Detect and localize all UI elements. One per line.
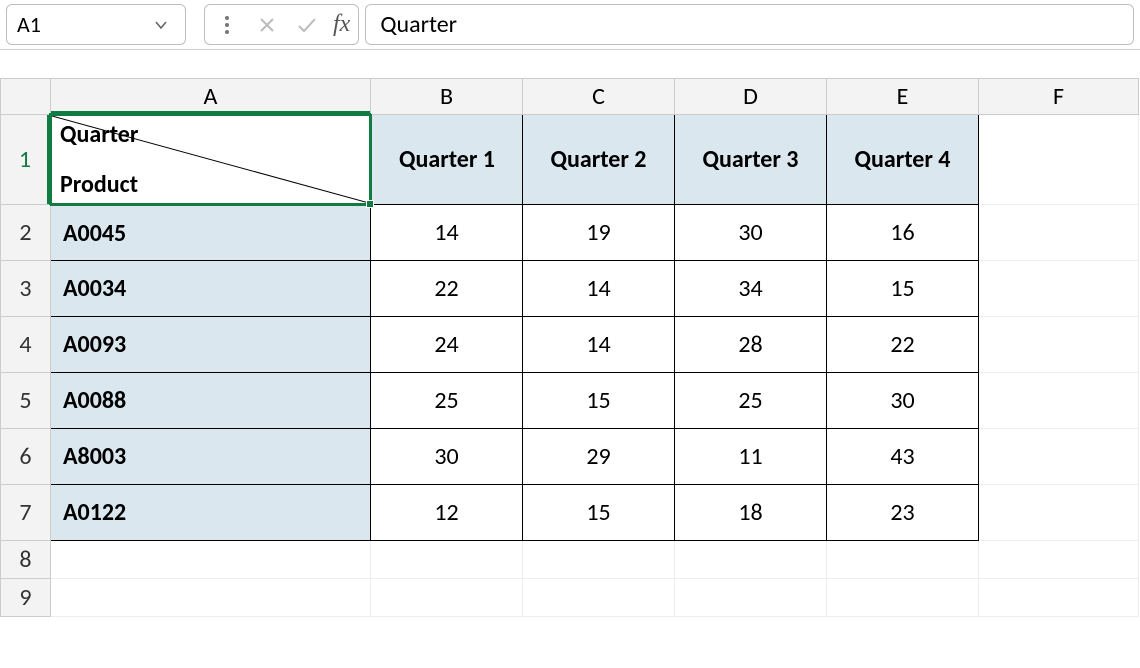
cell-D2[interactable]: 30 (675, 205, 827, 261)
row-2: 2 A0045 14 19 30 16 (1, 205, 1139, 261)
cell-A1[interactable]: Quarter Product (51, 115, 371, 205)
cell-D5[interactable]: 25 (675, 373, 827, 429)
cell-C3[interactable]: 14 (523, 261, 675, 317)
cell-D4[interactable]: 28 (675, 317, 827, 373)
cell-A8[interactable] (51, 541, 371, 579)
cell-F2[interactable] (979, 205, 1139, 261)
cell-D3[interactable]: 34 (675, 261, 827, 317)
cell-F4[interactable] (979, 317, 1139, 373)
row-header-2[interactable]: 2 (1, 205, 51, 261)
cell-B8[interactable] (371, 541, 523, 579)
cell-A7[interactable]: A0122 (51, 485, 371, 541)
fx-icon[interactable]: fx (333, 11, 350, 38)
cell-F8[interactable] (979, 541, 1139, 579)
formula-bar-buttons: fx (204, 4, 359, 45)
row-header-1[interactable]: 1 (1, 115, 51, 205)
cell-D7[interactable]: 18 (675, 485, 827, 541)
cell-D8[interactable] (675, 541, 827, 579)
select-all-corner[interactable] (1, 79, 51, 115)
cell-B2[interactable]: 14 (371, 205, 523, 261)
column-header-F[interactable]: F (979, 79, 1139, 115)
formula-input[interactable]: Quarter (365, 4, 1134, 45)
cell-B5[interactable]: 25 (371, 373, 523, 429)
cell-C5[interactable]: 15 (523, 373, 675, 429)
spreadsheet-grid[interactable]: A B C D E F 1 Quarter Product Quarter 1 … (0, 78, 1140, 617)
row-header-7[interactable]: 7 (1, 485, 51, 541)
row-header-5[interactable]: 5 (1, 373, 51, 429)
cell-E5[interactable]: 30 (827, 373, 979, 429)
column-header-A[interactable]: A (51, 79, 371, 115)
row-9: 9 (1, 579, 1139, 617)
cell-B1[interactable]: Quarter 1 (371, 115, 523, 205)
row-1: 1 Quarter Product Quarter 1 Quarter 2 Qu… (1, 115, 1139, 205)
cell-D9[interactable] (675, 579, 827, 617)
cell-C9[interactable] (523, 579, 675, 617)
row-5: 5 A0088 25 15 25 30 (1, 373, 1139, 429)
column-header-D[interactable]: D (675, 79, 827, 115)
cell-A4[interactable]: A0093 (51, 317, 371, 373)
name-box-value: A1 (17, 11, 147, 38)
cell-F5[interactable] (979, 373, 1139, 429)
cell-D1[interactable]: Quarter 3 (675, 115, 827, 205)
column-header-B[interactable]: B (371, 79, 523, 115)
cell-B7[interactable]: 12 (371, 485, 523, 541)
cell-E2[interactable]: 16 (827, 205, 979, 261)
cell-C6[interactable]: 29 (523, 429, 675, 485)
fill-handle[interactable] (366, 200, 374, 208)
formula-bar: A1 fx Quarter (0, 0, 1140, 50)
cell-C8[interactable] (523, 541, 675, 579)
enter-icon[interactable] (293, 5, 321, 45)
cell-F7[interactable] (979, 485, 1139, 541)
column-header-E[interactable]: E (827, 79, 979, 115)
cell-E3[interactable]: 15 (827, 261, 979, 317)
cell-A6[interactable]: A8003 (51, 429, 371, 485)
name-box[interactable]: A1 (6, 4, 186, 45)
cell-B9[interactable] (371, 579, 523, 617)
cell-A1-top-label: Quarter (60, 120, 138, 149)
cell-E6[interactable]: 43 (827, 429, 979, 485)
column-header-row: A B C D E F (1, 79, 1139, 115)
cell-E7[interactable]: 23 (827, 485, 979, 541)
row-3: 3 A0034 22 14 34 15 (1, 261, 1139, 317)
cell-C7[interactable]: 15 (523, 485, 675, 541)
cell-D6[interactable]: 11 (675, 429, 827, 485)
cell-E1[interactable]: Quarter 4 (827, 115, 979, 205)
cell-E9[interactable] (827, 579, 979, 617)
cell-A9[interactable] (51, 579, 371, 617)
row-header-4[interactable]: 4 (1, 317, 51, 373)
row-6: 6 A8003 30 29 11 43 (1, 429, 1139, 485)
cell-A2[interactable]: A0045 (51, 205, 371, 261)
cell-C2[interactable]: 19 (523, 205, 675, 261)
chevron-down-icon[interactable] (147, 5, 175, 45)
row-header-9[interactable]: 9 (1, 579, 51, 617)
cell-B3[interactable]: 22 (371, 261, 523, 317)
cell-E8[interactable] (827, 541, 979, 579)
cell-A5[interactable]: A0088 (51, 373, 371, 429)
cell-A1-bottom-label: Product (60, 170, 138, 199)
cell-B4[interactable]: 24 (371, 317, 523, 373)
row-header-3[interactable]: 3 (1, 261, 51, 317)
cell-E4[interactable]: 22 (827, 317, 979, 373)
more-icon[interactable] (213, 5, 241, 45)
row-header-6[interactable]: 6 (1, 429, 51, 485)
cell-F9[interactable] (979, 579, 1139, 617)
row-8: 8 (1, 541, 1139, 579)
column-header-C[interactable]: C (523, 79, 675, 115)
cell-F3[interactable] (979, 261, 1139, 317)
row-7: 7 A0122 12 15 18 23 (1, 485, 1139, 541)
cancel-icon[interactable] (253, 5, 281, 45)
cell-C1[interactable]: Quarter 2 (523, 115, 675, 205)
cell-C4[interactable]: 14 (523, 317, 675, 373)
cell-A3[interactable]: A0034 (51, 261, 371, 317)
formula-input-value: Quarter (380, 10, 457, 39)
row-header-8[interactable]: 8 (1, 541, 51, 579)
row-4: 4 A0093 24 14 28 22 (1, 317, 1139, 373)
cell-F6[interactable] (979, 429, 1139, 485)
cell-F1[interactable] (979, 115, 1139, 205)
cell-B6[interactable]: 30 (371, 429, 523, 485)
